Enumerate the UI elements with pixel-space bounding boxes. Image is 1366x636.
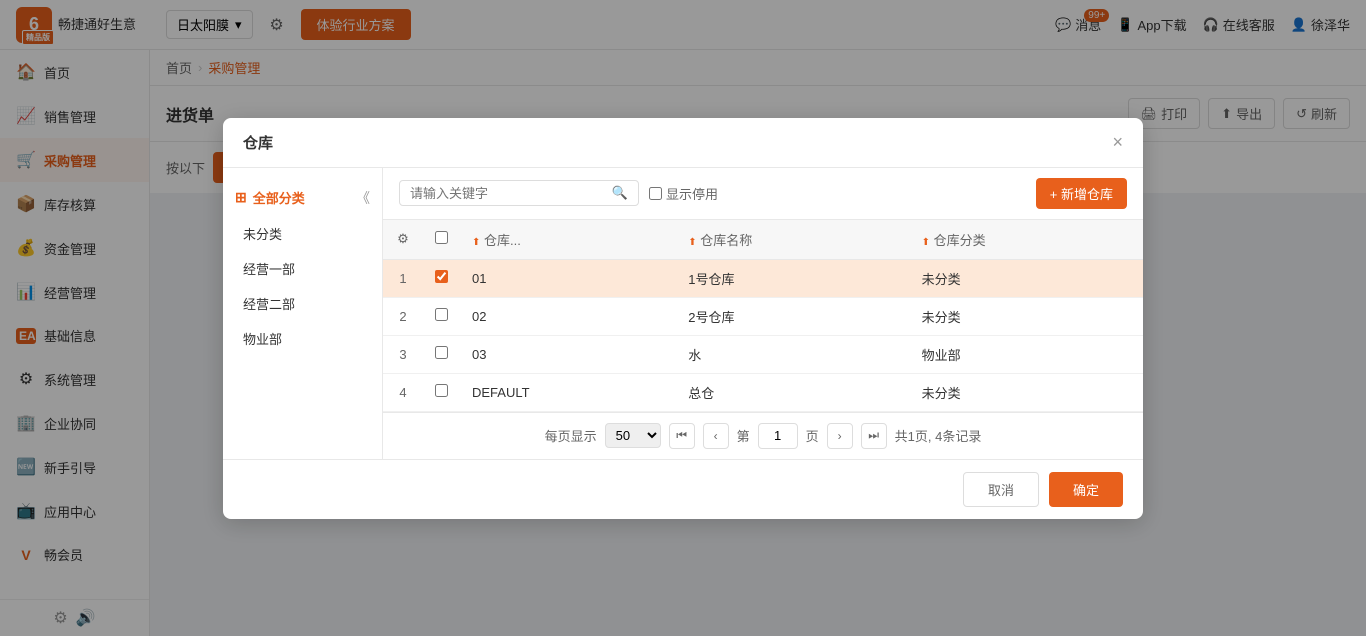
table-header: ⚙ ⬆ 仓库... ⬆ bbox=[383, 220, 1143, 260]
page-label2: 页 bbox=[806, 426, 819, 445]
all-category-label: 全部分类 bbox=[253, 188, 305, 207]
row-checkbox-cell bbox=[423, 373, 460, 411]
modal-table-wrap: ⚙ ⬆ 仓库... ⬆ bbox=[383, 220, 1143, 412]
modal-header: 仓库 × bbox=[223, 118, 1143, 168]
add-warehouse-button[interactable]: + 新增仓库 bbox=[1036, 178, 1127, 209]
row-code: DEFAULT bbox=[460, 373, 676, 411]
category-label-1: 经营一部 bbox=[243, 262, 295, 277]
row-code: 01 bbox=[460, 259, 676, 297]
category-item-ops2[interactable]: 经营二部 bbox=[223, 286, 382, 321]
row-checkbox[interactable] bbox=[435, 384, 448, 397]
sort-icon-code: ⬆ bbox=[472, 237, 480, 248]
row-num: 4 bbox=[383, 373, 423, 411]
row-category: 未分类 bbox=[910, 373, 1143, 411]
next-page-btn[interactable]: › bbox=[827, 423, 853, 449]
row-num: 1 bbox=[383, 259, 423, 297]
category-item-ops1[interactable]: 经营一部 bbox=[223, 251, 382, 286]
row-name: 1号仓库 bbox=[676, 259, 909, 297]
row-name: 水 bbox=[676, 335, 909, 373]
category-panel: ⊞ 全部分类 《 未分类 经营一部 经营二部 物业部 bbox=[223, 168, 383, 459]
grid-icon: ⊞ bbox=[235, 189, 247, 206]
category-label-3: 物业部 bbox=[243, 332, 282, 347]
warehouse-tbody: 1 01 1号仓库 未分类 2 02 2号仓库 未分类 3 03 水 物业部 4 bbox=[383, 259, 1143, 411]
row-checkbox-cell bbox=[423, 259, 460, 297]
th-name: ⬆ 仓库名称 bbox=[676, 220, 909, 260]
show-disabled-label: 显示停用 bbox=[649, 184, 718, 203]
th-checkbox bbox=[423, 220, 460, 260]
modal-title: 仓库 bbox=[243, 132, 273, 153]
th-name-label: 仓库名称 bbox=[700, 233, 752, 248]
sort-icon-name: ⬆ bbox=[688, 237, 696, 248]
th-code-label: 仓库... bbox=[484, 233, 521, 248]
row-checkbox-cell bbox=[423, 335, 460, 373]
row-num: 2 bbox=[383, 297, 423, 335]
th-category-label: 仓库分类 bbox=[934, 233, 986, 248]
search-input[interactable] bbox=[410, 186, 606, 201]
row-num: 3 bbox=[383, 335, 423, 373]
modal-pagination: 每页显示 102050100 ⏮ ‹ 第 页 › ⏭ 共1页, 4条记录 bbox=[383, 412, 1143, 459]
cancel-button[interactable]: 取消 bbox=[963, 472, 1039, 507]
collapse-button[interactable]: 《 bbox=[356, 188, 370, 208]
modal-content-area: 🔍 显示停用 + 新增仓库 ⚙ bbox=[383, 168, 1143, 459]
modal-toolbar: 🔍 显示停用 + 新增仓库 bbox=[383, 168, 1143, 220]
search-icon: 🔍 bbox=[612, 185, 628, 201]
ok-button[interactable]: 确定 bbox=[1049, 472, 1123, 507]
table-row[interactable]: 1 01 1号仓库 未分类 bbox=[383, 259, 1143, 297]
table-row[interactable]: 2 02 2号仓库 未分类 bbox=[383, 297, 1143, 335]
row-name: 总仓 bbox=[676, 373, 909, 411]
show-disabled-text: 显示停用 bbox=[666, 184, 718, 203]
table-row[interactable]: 3 03 水 物业部 bbox=[383, 335, 1143, 373]
page-size-select[interactable]: 102050100 bbox=[605, 423, 661, 448]
row-checkbox[interactable] bbox=[435, 346, 448, 359]
row-checkbox[interactable] bbox=[435, 308, 448, 321]
show-disabled-checkbox[interactable] bbox=[649, 187, 662, 200]
th-category: ⬆ 仓库分类 bbox=[910, 220, 1143, 260]
modal-body: ⊞ 全部分类 《 未分类 经营一部 经营二部 物业部 bbox=[223, 168, 1143, 459]
th-settings: ⚙ bbox=[383, 220, 423, 260]
th-code: ⬆ 仓库... bbox=[460, 220, 676, 260]
table-row[interactable]: 4 DEFAULT 总仓 未分类 bbox=[383, 373, 1143, 411]
row-name: 2号仓库 bbox=[676, 297, 909, 335]
row-checkbox-cell bbox=[423, 297, 460, 335]
category-item-uncategorized[interactable]: 未分类 bbox=[223, 216, 382, 251]
all-category-item[interactable]: ⊞ 全部分类 《 bbox=[223, 180, 382, 216]
category-label-0: 未分类 bbox=[243, 227, 282, 242]
modal-footer: 取消 确定 bbox=[223, 459, 1143, 519]
first-page-btn[interactable]: ⏮ bbox=[669, 423, 695, 449]
last-page-btn[interactable]: ⏭ bbox=[861, 423, 887, 449]
modal-close-button[interactable]: × bbox=[1112, 132, 1123, 153]
page-label: 第 bbox=[737, 426, 750, 445]
sort-icon-category: ⬆ bbox=[922, 237, 930, 248]
page-size-label: 每页显示 bbox=[545, 426, 597, 445]
row-category: 物业部 bbox=[910, 335, 1143, 373]
category-item-property[interactable]: 物业部 bbox=[223, 321, 382, 356]
row-category: 未分类 bbox=[910, 259, 1143, 297]
prev-page-btn[interactable]: ‹ bbox=[703, 423, 729, 449]
row-category: 未分类 bbox=[910, 297, 1143, 335]
page-input[interactable] bbox=[758, 423, 798, 449]
warehouse-modal: 仓库 × ⊞ 全部分类 《 未分类 经营一部 经营二部 bbox=[223, 118, 1143, 519]
warehouse-table: ⚙ ⬆ 仓库... ⬆ bbox=[383, 220, 1143, 412]
select-all-checkbox[interactable] bbox=[435, 231, 448, 244]
search-box: 🔍 bbox=[399, 180, 639, 206]
modal-overlay: 仓库 × ⊞ 全部分类 《 未分类 经营一部 经营二部 bbox=[0, 0, 1366, 636]
row-code: 03 bbox=[460, 335, 676, 373]
row-code: 02 bbox=[460, 297, 676, 335]
row-checkbox[interactable] bbox=[435, 270, 448, 283]
total-info: 共1页, 4条记录 bbox=[895, 426, 982, 445]
category-label-2: 经营二部 bbox=[243, 297, 295, 312]
settings-th-icon[interactable]: ⚙ bbox=[397, 231, 409, 246]
